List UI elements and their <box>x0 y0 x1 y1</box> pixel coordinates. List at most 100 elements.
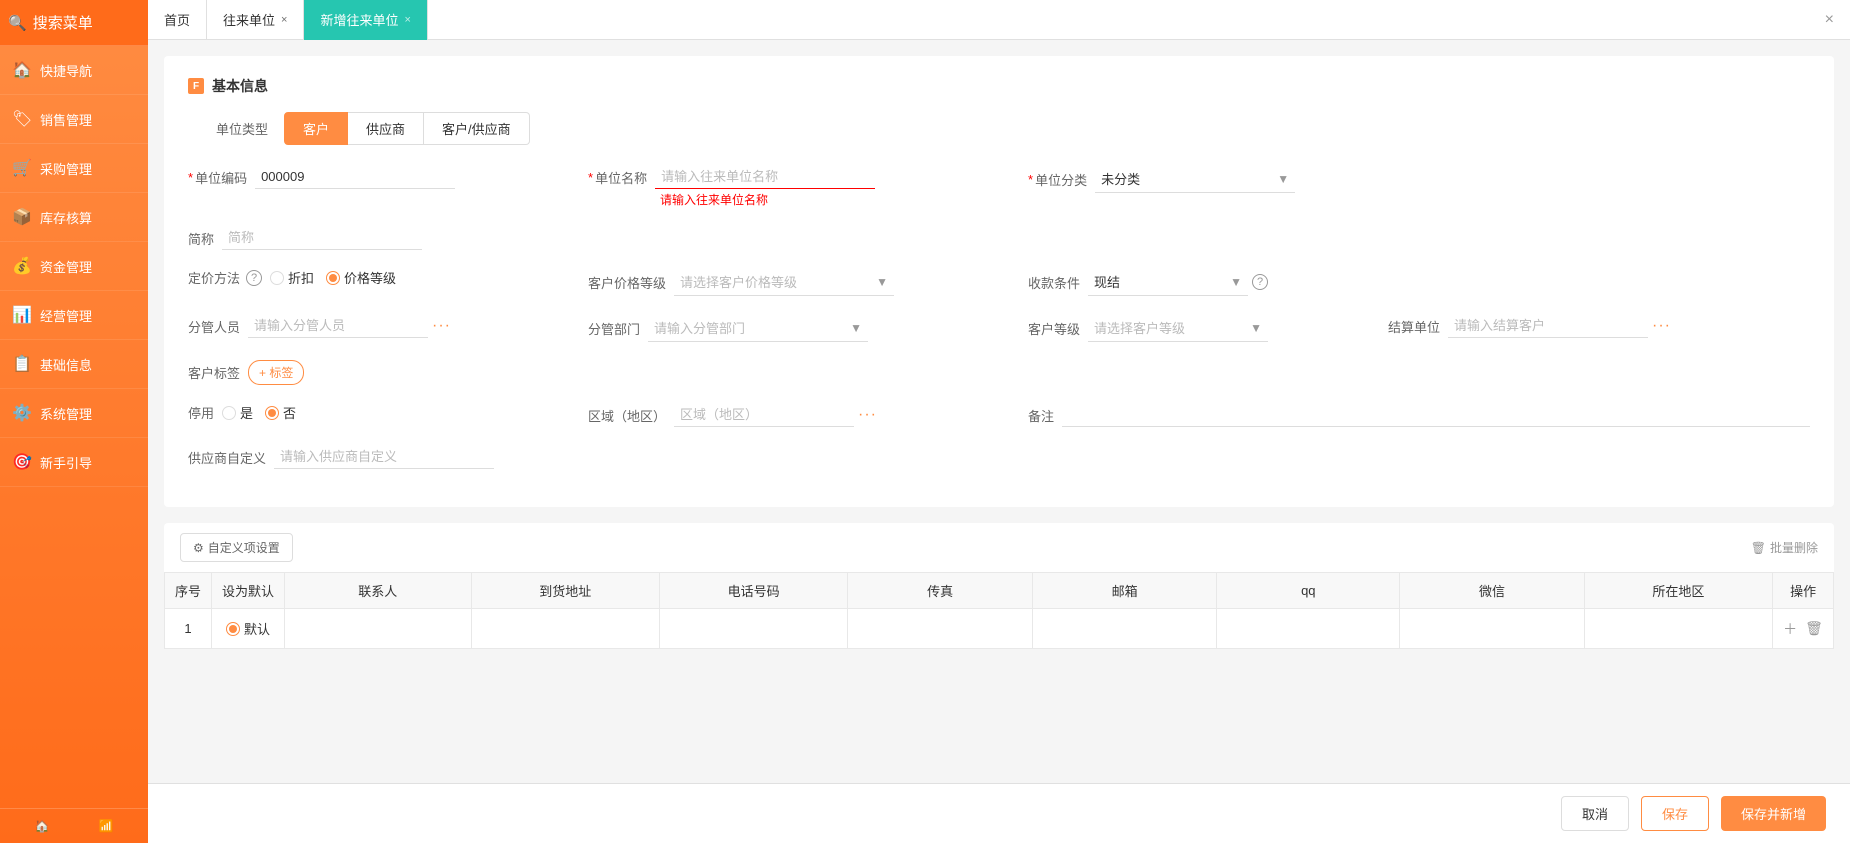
short-name-label: 简称 <box>188 229 214 248</box>
pricing-method-label: 定价方法 ? <box>188 268 262 287</box>
batch-delete-button[interactable]: 🗑 批量删除 <box>1751 539 1818 556</box>
manager-label: 分管人员 <box>188 317 240 336</box>
tab-home[interactable]: 首页 <box>148 0 207 40</box>
payment-condition-label: 收款条件 <box>1028 273 1080 292</box>
section-title: 基本信息 <box>212 76 268 96</box>
unit-name-input[interactable] <box>655 165 875 189</box>
cell-default[interactable]: 默认 <box>212 609 285 649</box>
tab-new-partner-close[interactable]: × <box>404 14 410 26</box>
sidebar-item-system[interactable]: ⚙️ 系统管理 <box>0 389 148 438</box>
sidebar-bottom-icon2[interactable]: 📶 <box>99 819 114 833</box>
row-actions: ＋ 🗑 <box>1783 619 1823 639</box>
payment-condition-value: 现结 <box>1094 272 1120 291</box>
unit-name-star: * <box>588 170 593 185</box>
radio-no-circle <box>265 406 279 420</box>
radio-price-level[interactable]: 价格等级 <box>326 268 396 287</box>
manager-input[interactable] <box>248 314 428 338</box>
row-tag: 客户标签 + 标签 <box>188 360 1810 385</box>
unit-category-select[interactable]: 未分类 ▼ <box>1095 165 1295 193</box>
disable-label: 停用 <box>188 403 214 422</box>
customer-price-select[interactable]: 请选择客户价格等级 ▼ <box>674 268 894 296</box>
cell-address[interactable] <box>471 609 659 649</box>
save-button[interactable]: 保存 <box>1641 796 1709 831</box>
unit-code-input[interactable] <box>255 165 455 189</box>
tab-partners-close[interactable]: × <box>281 14 287 26</box>
sidebar-item-nav[interactable]: 🏠 快捷导航 <box>0 46 148 95</box>
settlement-dots[interactable]: ··· <box>1648 317 1675 335</box>
pricing-help-icon[interactable]: ? <box>246 270 262 286</box>
field-customer-price: 客户价格等级 请选择客户价格等级 ▼ <box>588 268 988 296</box>
type-btn-supplier[interactable]: 供应商 <box>348 112 424 145</box>
wechat-input[interactable] <box>1410 617 1574 640</box>
tab-new-partner[interactable]: 新增往来单位 × <box>304 0 427 40</box>
purchase-icon: 🛒 <box>12 158 32 178</box>
tab-partners-label: 往来单位 <box>223 10 275 29</box>
settlement-unit-input[interactable] <box>1448 314 1648 338</box>
custom-settings-button[interactable]: ⚙ 自定义项设置 <box>180 533 293 562</box>
add-row-button[interactable]: ＋ <box>1783 619 1797 639</box>
cell-fax[interactable] <box>848 609 1033 649</box>
qq-input[interactable] <box>1227 617 1389 640</box>
settlement-unit-label: 结算单位 <box>1388 317 1440 336</box>
cell-phone[interactable] <box>659 609 847 649</box>
department-select[interactable]: 请输入分管部门 ▼ <box>648 314 868 342</box>
customer-level-select[interactable]: 请选择客户等级 ▼ <box>1088 314 1268 342</box>
sidebar-item-guide[interactable]: 🎯 新手引导 <box>0 438 148 487</box>
payment-condition-select[interactable]: 现结 ▼ <box>1088 268 1248 296</box>
radio-yes[interactable]: 是 <box>222 403 253 422</box>
unit-category-value: 未分类 <box>1101 169 1140 188</box>
radio-discount[interactable]: 折扣 <box>270 268 314 287</box>
remark-input[interactable] <box>1062 403 1810 427</box>
bottom-bar: 取消 保存 保存并新增 <box>148 783 1850 843</box>
disable-radio-group: 是 否 <box>222 403 296 422</box>
sidebar-item-purchase[interactable]: 🛒 采购管理 <box>0 144 148 193</box>
field-unit-code: * 单位编码 <box>188 165 548 189</box>
cell-region[interactable] <box>1584 609 1772 649</box>
payment-condition-chevron: ▼ <box>1230 275 1242 289</box>
email-input[interactable] <box>1043 617 1207 640</box>
radio-discount-circle <box>270 271 284 285</box>
phone-input[interactable] <box>670 617 837 640</box>
cell-index: 1 <box>165 609 212 649</box>
sidebar-item-operations[interactable]: 📊 经营管理 <box>0 291 148 340</box>
sidebar-item-sales[interactable]: 🏷 销售管理 <box>0 95 148 144</box>
short-name-input[interactable] <box>222 226 422 250</box>
unit-name-label: * 单位名称 <box>588 168 647 187</box>
supplier-custom-input[interactable] <box>274 445 494 469</box>
address-input[interactable] <box>482 617 649 640</box>
cell-actions: ＋ 🗑 <box>1773 609 1834 649</box>
region-dots[interactable]: ··· <box>854 406 881 424</box>
row-region-input[interactable] <box>1595 617 1762 640</box>
window-close-button[interactable]: × <box>1825 11 1850 29</box>
payment-help-icon[interactable]: ? <box>1252 274 1268 290</box>
row-supplier-custom: 供应商自定义 <box>188 445 1810 469</box>
field-unit-name: * 单位名称 请输入往来单位名称 <box>588 165 988 208</box>
region-input[interactable] <box>674 403 854 427</box>
tag-add-button[interactable]: + 标签 <box>248 360 304 385</box>
sidebar-bottom-icon1[interactable]: 🏠 <box>35 819 50 833</box>
type-btn-both[interactable]: 客户/供应商 <box>424 112 530 145</box>
fax-input[interactable] <box>858 617 1022 640</box>
sidebar-search[interactable]: 🔍 搜索菜单 <box>0 0 148 46</box>
manager-dots[interactable]: ··· <box>428 317 455 335</box>
cell-email[interactable] <box>1032 609 1217 649</box>
tab-partners[interactable]: 往来单位 × <box>207 0 304 40</box>
sidebar-item-finance[interactable]: 💰 资金管理 <box>0 242 148 291</box>
cell-qq[interactable] <box>1217 609 1400 649</box>
cancel-button[interactable]: 取消 <box>1561 796 1629 831</box>
cell-wechat[interactable] <box>1400 609 1585 649</box>
tab-bar: 首页 往来单位 × 新增往来单位 × × <box>148 0 1850 40</box>
field-payment-condition: 收款条件 现结 ▼ ? <box>1028 268 1810 296</box>
sidebar-item-basic[interactable]: 📋 基础信息 <box>0 340 148 389</box>
save-new-button[interactable]: 保存并新增 <box>1721 796 1826 831</box>
delete-row-button[interactable]: 🗑 <box>1805 620 1823 637</box>
cell-contact[interactable] <box>285 609 471 649</box>
basic-icon: 📋 <box>12 354 32 374</box>
type-btn-customer[interactable]: 客户 <box>284 112 348 145</box>
col-email: 邮箱 <box>1032 573 1217 609</box>
radio-no[interactable]: 否 <box>265 403 296 422</box>
contact-input[interactable] <box>295 617 460 640</box>
field-pricing-method: 定价方法 ? 折扣 价格等级 <box>188 268 548 287</box>
default-radio[interactable]: 默认 <box>222 619 274 638</box>
sidebar-item-inventory[interactable]: 📦 库存核算 <box>0 193 148 242</box>
